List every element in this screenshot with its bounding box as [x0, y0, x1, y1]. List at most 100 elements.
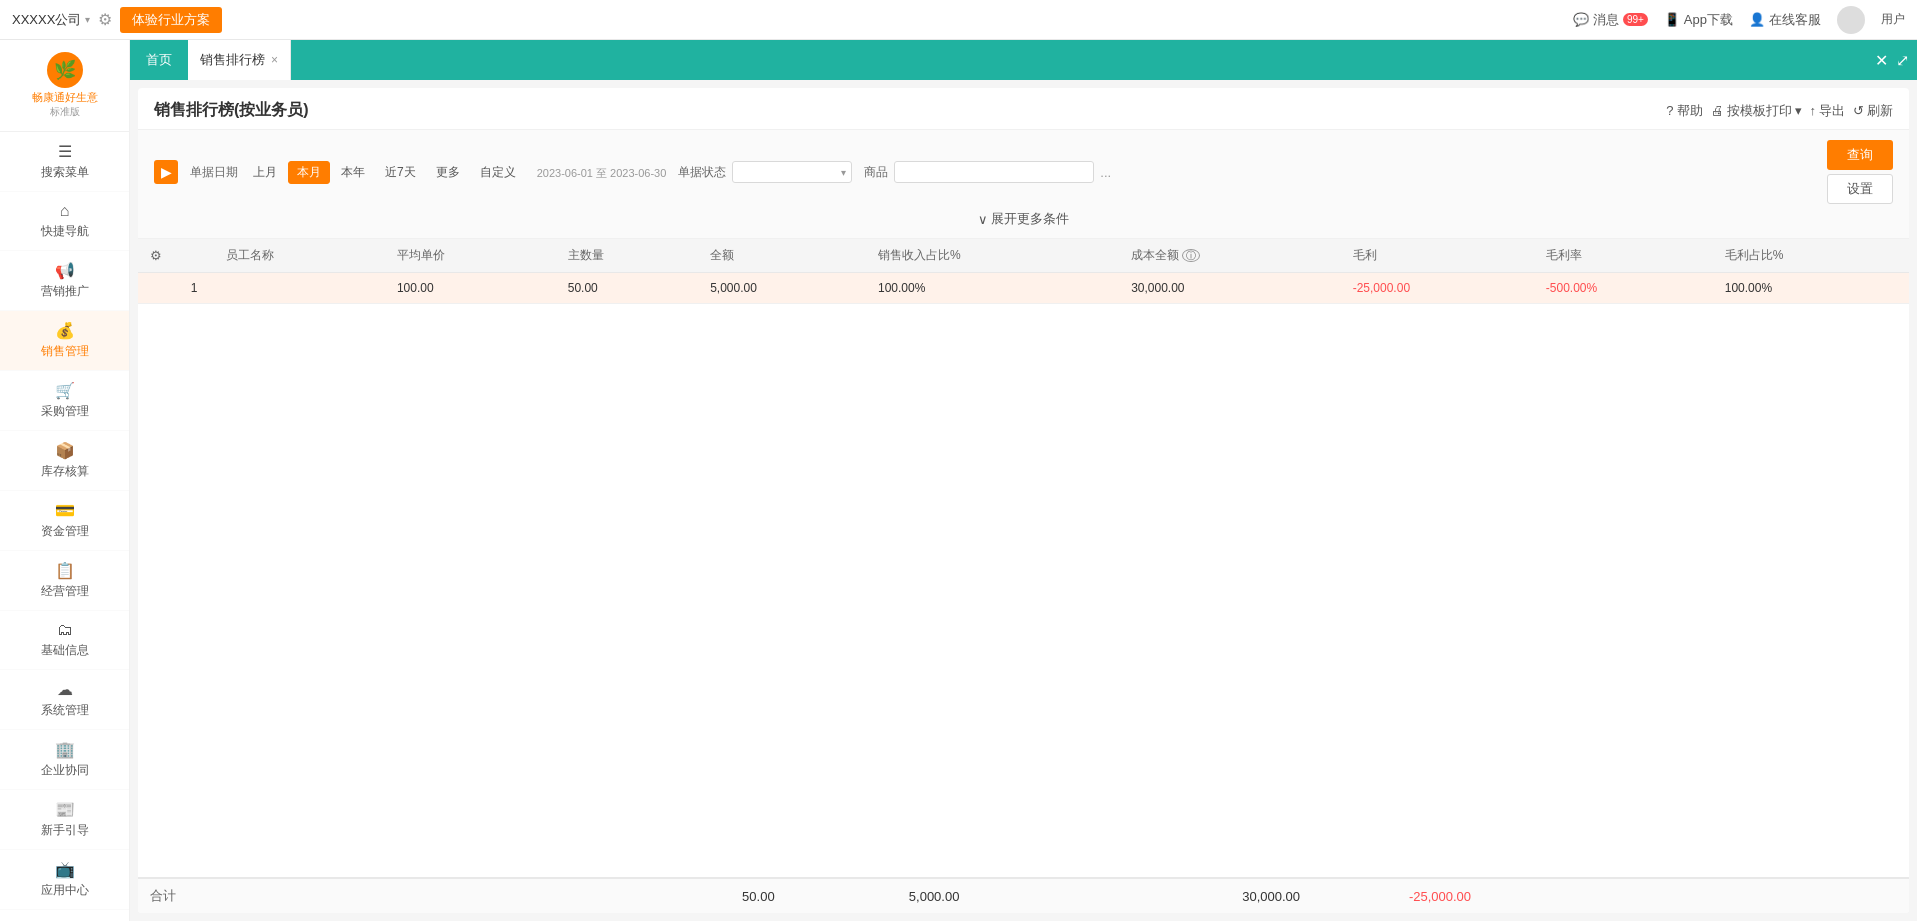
page-title: 销售排行榜(按业务员)	[154, 100, 309, 121]
cell-quantity: 50.00	[556, 273, 698, 304]
message-badge: 99+	[1623, 13, 1648, 26]
filter-settings-button[interactable]: 设置	[1827, 174, 1893, 204]
app-download-button[interactable]: 📱 App下载	[1664, 11, 1733, 29]
enterprise-icon: 🏢	[55, 740, 75, 759]
help-icon: ?	[1666, 103, 1673, 118]
footer-gross: -25,000.00	[1397, 889, 1564, 904]
sidebar-item-quick-nav[interactable]: ⌂ 快捷导航	[0, 192, 129, 251]
sidebar-item-label: 新手引导	[41, 822, 89, 839]
tab-close-icon[interactable]: ×	[271, 53, 278, 67]
settings-icon[interactable]: ⚙	[98, 10, 112, 29]
status-filter: 单据状态	[678, 161, 852, 183]
tab-home[interactable]: 首页	[130, 40, 188, 80]
date-filter-label: 单据日期	[190, 164, 238, 181]
more-filter-dots[interactable]: ...	[1100, 165, 1111, 180]
sidebar-item-app-center[interactable]: 📺 应用中心	[0, 850, 129, 910]
print-button[interactable]: 🖨 按模板打印 ▾	[1711, 102, 1802, 120]
company-arrow-icon: ▾	[85, 14, 90, 25]
sidebar-item-sales[interactable]: 💰 销售管理	[0, 311, 129, 371]
cost-info-icon[interactable]: ⓘ	[1182, 249, 1200, 262]
expand-down-icon: ∨	[978, 212, 988, 227]
purchase-icon: 🛒	[55, 381, 75, 400]
sidebar-item-finance[interactable]: 💳 资金管理	[0, 491, 129, 551]
tab-bar-right: ✕ ⤢	[1867, 40, 1917, 80]
sidebar-item-basic[interactable]: 🗂 基础信息	[0, 611, 129, 670]
footer-name	[397, 889, 564, 904]
table-body: 1 100.00 50.00 5,000.00 100.00% 30,000.0…	[138, 273, 1909, 304]
avatar[interactable]	[1837, 6, 1865, 34]
status-filter-label: 单据状态	[678, 164, 726, 181]
cell-settings	[138, 273, 174, 304]
goods-input[interactable]	[894, 161, 1094, 183]
sidebar-item-label: 销售管理	[41, 343, 89, 360]
content-area: 首页 销售排行榜 × ✕ ⤢ 销售排行榜(按业务员) ? 帮助	[130, 40, 1917, 921]
sidebar-item-system[interactable]: ☁ 系统管理	[0, 670, 129, 730]
tab-maximize-icon[interactable]: ⤢	[1896, 51, 1909, 70]
sidebar-item-purchase[interactable]: 🛒 采购管理	[0, 371, 129, 431]
tab-home-label: 首页	[146, 51, 172, 69]
sidebar-item-operation[interactable]: 📋 经营管理	[0, 551, 129, 611]
app-icon: 📱	[1664, 12, 1680, 27]
footer-quantity: 50.00	[730, 889, 897, 904]
sidebar-item-label: 系统管理	[41, 702, 89, 719]
tab-close-window-icon[interactable]: ✕	[1875, 51, 1888, 70]
sidebar-item-inventory[interactable]: 📦 库存核算	[0, 431, 129, 491]
cell-rank: 1	[174, 273, 214, 304]
sidebar-item-marketing[interactable]: 📢 营销推广	[0, 251, 129, 311]
date-filter: 单据日期 上月 本月 本年 近7天 更多 自定义	[190, 161, 525, 184]
date-tab-current-year[interactable]: 本年	[332, 161, 374, 184]
refresh-button[interactable]: ↺ 刷新	[1853, 102, 1893, 120]
tab-sales-rank[interactable]: 销售排行榜 ×	[188, 40, 291, 80]
sidebar-item-wechat[interactable]: 💬 企业微信	[0, 910, 129, 921]
online-service-label: 在线客服	[1769, 11, 1821, 29]
cell-name	[214, 273, 385, 304]
date-tab-prev-month[interactable]: 上月	[244, 161, 286, 184]
cell-gross-rate: -500.00%	[1534, 273, 1713, 304]
online-service-button[interactable]: 👤 在线客服	[1749, 11, 1821, 29]
col-amount: 全额	[698, 239, 866, 273]
expand-arrow-button[interactable]: ▶	[154, 160, 178, 184]
cell-gross: -25,000.00	[1341, 273, 1534, 304]
sidebar-item-label: 快捷导航	[41, 223, 89, 240]
footer-cost: 30,000.00	[1230, 889, 1397, 904]
logo-text: 畅康通好生意	[32, 90, 98, 105]
message-button[interactable]: 💬 消息 99+	[1573, 11, 1648, 29]
cell-cost: 30,000.00	[1119, 273, 1341, 304]
quick-nav-icon: ⌂	[60, 202, 70, 220]
basic-icon: 🗂	[57, 621, 73, 639]
sidebar-item-guide[interactable]: 📰 新手引导	[0, 790, 129, 850]
export-button[interactable]: ↑ 导出	[1810, 102, 1846, 120]
footer-gross-rate	[1564, 889, 1731, 904]
col-rank	[174, 239, 214, 273]
col-gross: 毛利	[1341, 239, 1534, 273]
date-tab-7days[interactable]: 近7天	[376, 161, 425, 184]
sidebar-item-label: 企业协同	[41, 762, 89, 779]
trial-button[interactable]: 体验行业方案	[120, 7, 222, 33]
date-tab-custom[interactable]: 自定义	[471, 161, 525, 184]
sidebar-item-enterprise[interactable]: 🏢 企业协同	[0, 730, 129, 790]
company-selector[interactable]: XXXXX公司 ▾	[12, 11, 90, 29]
expand-more-row: ∨ 展开更多条件	[154, 210, 1893, 228]
help-button[interactable]: ? 帮助	[1666, 102, 1702, 120]
date-tab-current-month[interactable]: 本月	[288, 161, 330, 184]
table-row: 1 100.00 50.00 5,000.00 100.00% 30,000.0…	[138, 273, 1909, 304]
logo-sub: 标准版	[50, 105, 80, 119]
refresh-label: 刷新	[1867, 102, 1893, 120]
cell-sales-ratio: 100.00%	[866, 273, 1119, 304]
logo-icon: 🌿	[47, 52, 83, 88]
date-tab-more[interactable]: 更多	[427, 161, 469, 184]
top-bar: XXXXX公司 ▾ ⚙ 体验行业方案 💬 消息 99+ 📱 App下载 👤 在线…	[0, 0, 1917, 40]
sidebar-item-search-order[interactable]: ☰ 搜索菜单	[0, 132, 129, 192]
col-settings-icon[interactable]: ⚙	[150, 248, 162, 263]
refresh-icon: ↺	[1853, 103, 1864, 118]
status-select[interactable]	[732, 161, 852, 183]
tab-bar: 首页 销售排行榜 × ✕ ⤢	[130, 40, 1917, 80]
query-button[interactable]: 查询	[1827, 140, 1893, 170]
sidebar-item-label: 采购管理	[41, 403, 89, 420]
app-download-label: App下载	[1684, 11, 1733, 29]
footer-avg-price	[563, 889, 730, 904]
inventory-icon: 📦	[55, 441, 75, 460]
help-label: 帮助	[1677, 102, 1703, 120]
expand-more-button[interactable]: ∨ 展开更多条件	[978, 210, 1069, 228]
marketing-icon: 📢	[55, 261, 75, 280]
